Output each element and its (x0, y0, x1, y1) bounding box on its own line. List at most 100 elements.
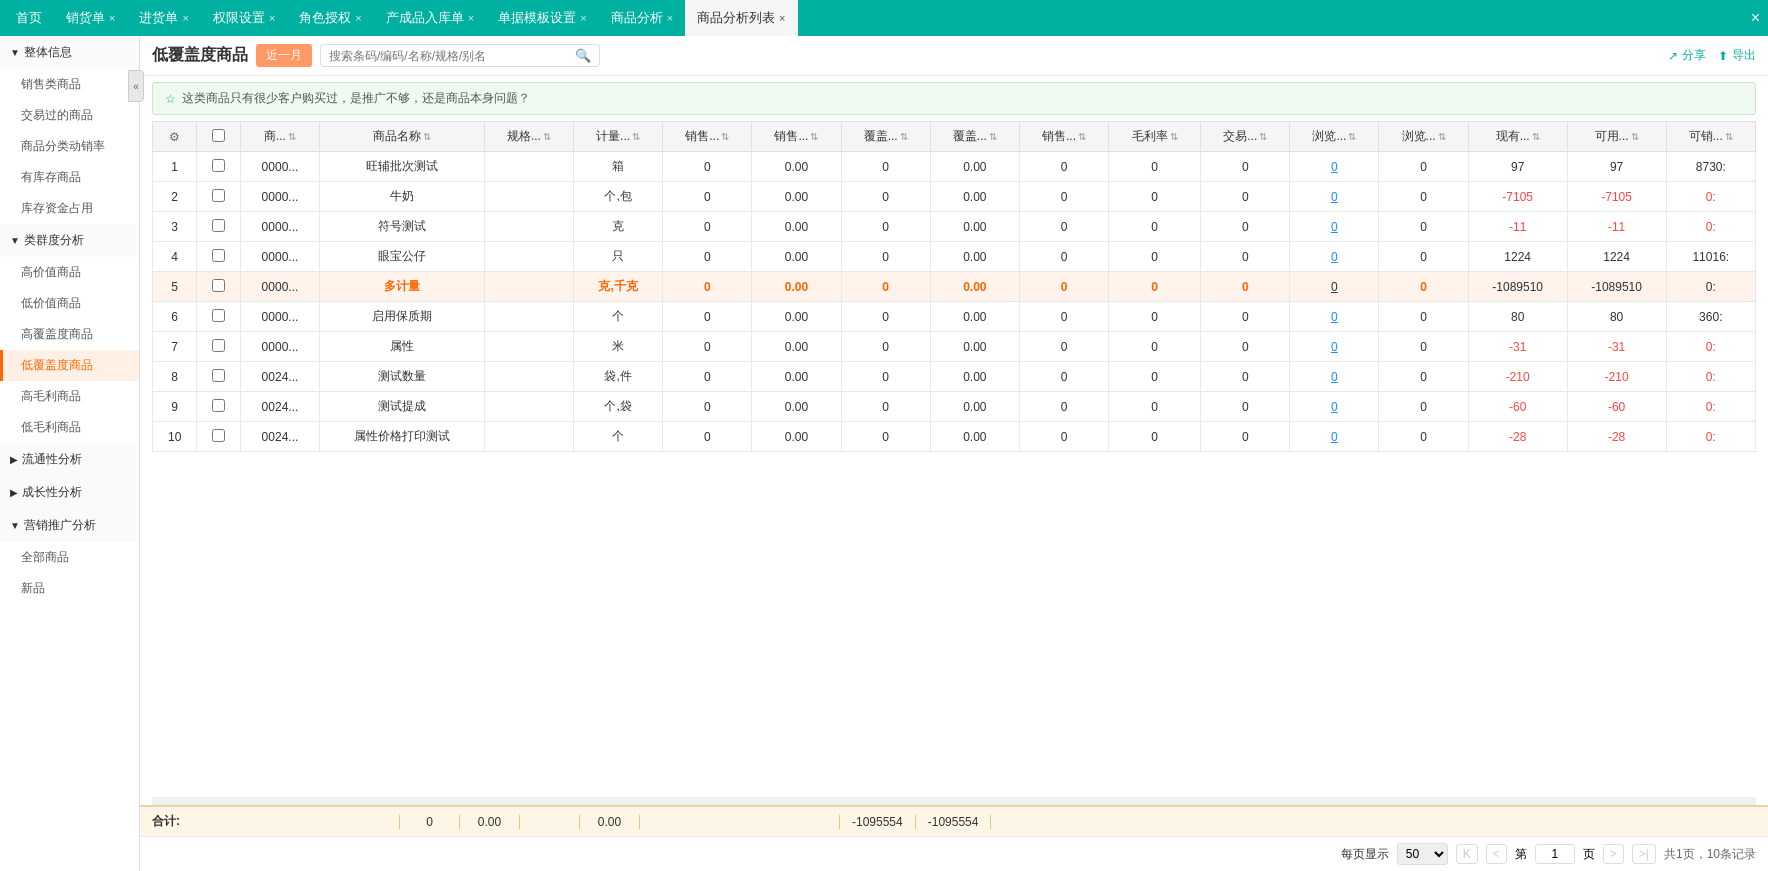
sidebar-item-low-coverage[interactable]: 低覆盖度商品 (0, 350, 139, 381)
row-select-checkbox[interactable] (212, 159, 225, 172)
row-checkbox[interactable] (197, 302, 241, 332)
sidebar-section-overview[interactable]: ▼ 整体信息 (0, 36, 139, 69)
nav-templates[interactable]: 单据模板设置 × (486, 0, 598, 36)
nav-close-production[interactable]: × (468, 12, 474, 24)
row-checkbox[interactable] (197, 182, 241, 212)
row-browse1[interactable]: 0 (1290, 362, 1379, 392)
row-checkbox[interactable] (197, 422, 241, 452)
row-checkbox[interactable] (197, 152, 241, 182)
row-select-checkbox[interactable] (212, 189, 225, 202)
sidebar-item-low-value[interactable]: 低价值商品 (0, 288, 139, 319)
row-browse1[interactable]: 0 (1290, 152, 1379, 182)
row-browse1[interactable]: 0 (1290, 272, 1379, 302)
share-button[interactable]: ↗ 分享 (1668, 47, 1706, 64)
sort-sales-qty-icon[interactable]: ⇅ (721, 131, 729, 142)
nav-analysis[interactable]: 商品分析 × (599, 0, 685, 36)
row-browse1[interactable]: 0 (1290, 242, 1379, 272)
sort-code-icon[interactable]: ⇅ (288, 131, 296, 142)
nav-sales[interactable]: 销货单 × (54, 0, 127, 36)
row-select-checkbox[interactable] (212, 249, 225, 262)
nav-close-purchase[interactable]: × (182, 12, 188, 24)
row-select-checkbox[interactable] (212, 429, 225, 442)
sidebar-section-growth[interactable]: ▶ 成长性分析 (0, 476, 139, 509)
sidebar-section-marketing[interactable]: ▼ 营销推广分析 (0, 509, 139, 542)
sort-available-icon[interactable]: ⇅ (1631, 131, 1639, 142)
sort-browse1-icon[interactable]: ⇅ (1348, 131, 1356, 142)
table-container[interactable]: ⚙ 商...⇅ 商品名称⇅ 规格...⇅ 计量...⇅ 销售...⇅ 销售...… (152, 121, 1756, 797)
settings-icon[interactable]: ⚙ (169, 130, 180, 144)
nav-permissions[interactable]: 权限设置 × (201, 0, 287, 36)
sidebar-item-high-coverage[interactable]: 高覆盖度商品 (0, 319, 139, 350)
table-footer: 合计: 0 0.00 0.00 -1095554 -1095554 (140, 805, 1768, 836)
last-page-button[interactable]: >| (1632, 844, 1656, 864)
sort-unit-icon[interactable]: ⇅ (632, 131, 640, 142)
nav-close-analysis[interactable]: × (667, 12, 673, 24)
select-all-checkbox[interactable] (212, 129, 225, 142)
col-settings[interactable]: ⚙ (153, 122, 197, 152)
first-page-button[interactable]: K (1456, 844, 1478, 864)
nav-analysis-list[interactable]: 商品分析列表 × (685, 0, 797, 36)
row-browse1[interactable]: 0 (1290, 422, 1379, 452)
row-select-checkbox[interactable] (212, 309, 225, 322)
search-input[interactable] (329, 49, 575, 63)
nav-close-roles[interactable]: × (355, 12, 361, 24)
page-number-input[interactable] (1535, 844, 1575, 864)
row-browse1[interactable]: 0 (1290, 392, 1379, 422)
row-select-checkbox[interactable] (212, 399, 225, 412)
row-browse1[interactable]: 0 (1290, 212, 1379, 242)
row-checkbox[interactable] (197, 332, 241, 362)
filter-button[interactable]: 近一月 (256, 44, 312, 67)
sidebar-item-sales-goods[interactable]: 销售类商品 (0, 69, 139, 100)
sidebar-item-all-goods[interactable]: 全部商品 (0, 542, 139, 573)
row-select-checkbox[interactable] (212, 369, 225, 382)
row-checkbox[interactable] (197, 272, 241, 302)
sort-cover2-icon[interactable]: ⇅ (989, 131, 997, 142)
sort-gross-icon[interactable]: ⇅ (1170, 131, 1178, 142)
row-browse1[interactable]: 0 (1290, 302, 1379, 332)
nav-close-templates[interactable]: × (580, 12, 586, 24)
row-checkbox[interactable] (197, 212, 241, 242)
row-select-checkbox[interactable] (212, 219, 225, 232)
sort-trade-icon[interactable]: ⇅ (1259, 131, 1267, 142)
sort-current-icon[interactable]: ⇅ (1532, 131, 1540, 142)
sort-name-icon[interactable]: ⇅ (423, 131, 431, 142)
sidebar-item-new-goods[interactable]: 新品 (0, 573, 139, 604)
row-browse1[interactable]: 0 (1290, 332, 1379, 362)
row-browse1[interactable]: 0 (1290, 182, 1379, 212)
sort-cover1-icon[interactable]: ⇅ (900, 131, 908, 142)
sort-spec-icon[interactable]: ⇅ (543, 131, 551, 142)
nav-purchase[interactable]: 进货单 × (127, 0, 200, 36)
sort-browse2-icon[interactable]: ⇅ (1438, 131, 1446, 142)
sidebar-item-traded-goods[interactable]: 交易过的商品 (0, 100, 139, 131)
sidebar-section-liquidity[interactable]: ▶ 流通性分析 (0, 443, 139, 476)
sidebar-collapse-button[interactable]: « (128, 70, 144, 102)
row-checkbox[interactable] (197, 392, 241, 422)
next-page-button[interactable]: > (1603, 844, 1624, 864)
sidebar-item-high-value[interactable]: 高价值商品 (0, 257, 139, 288)
row-select-checkbox[interactable] (212, 339, 225, 352)
sidebar-item-low-margin[interactable]: 低毛利商品 (0, 412, 139, 443)
export-button[interactable]: ⬆ 导出 (1718, 47, 1756, 64)
horizontal-scrollbar[interactable] (152, 797, 1756, 805)
nav-production[interactable]: 产成品入库单 × (374, 0, 486, 36)
sort-sales-amt-icon[interactable]: ⇅ (810, 131, 818, 142)
row-select-checkbox[interactable] (212, 279, 225, 292)
nav-close-permissions[interactable]: × (269, 12, 275, 24)
row-checkbox[interactable] (197, 362, 241, 392)
sidebar-item-inventory-funds[interactable]: 库存资金占用 (0, 193, 139, 224)
page-size-select[interactable]: 50 100 200 (1397, 843, 1448, 865)
row-checkbox[interactable] (197, 242, 241, 272)
prev-page-button[interactable]: < (1486, 844, 1507, 864)
nav-close-sales[interactable]: × (109, 12, 115, 24)
col-checkbox[interactable] (197, 122, 241, 152)
nav-roles[interactable]: 角色授权 × (287, 0, 373, 36)
nav-close-analysis-list[interactable]: × (779, 12, 785, 24)
nav-home[interactable]: 首页 (4, 0, 54, 36)
sort-sellable-icon[interactable]: ⇅ (1725, 131, 1733, 142)
sort-sales3-icon[interactable]: ⇅ (1078, 131, 1086, 142)
sidebar-section-cluster[interactable]: ▼ 类群度分析 (0, 224, 139, 257)
sidebar-item-stocked-goods[interactable]: 有库存商品 (0, 162, 139, 193)
window-close-button[interactable]: × (1751, 9, 1760, 27)
sidebar-item-category-turnover[interactable]: 商品分类动销率 (0, 131, 139, 162)
sidebar-item-high-margin[interactable]: 高毛利商品 (0, 381, 139, 412)
